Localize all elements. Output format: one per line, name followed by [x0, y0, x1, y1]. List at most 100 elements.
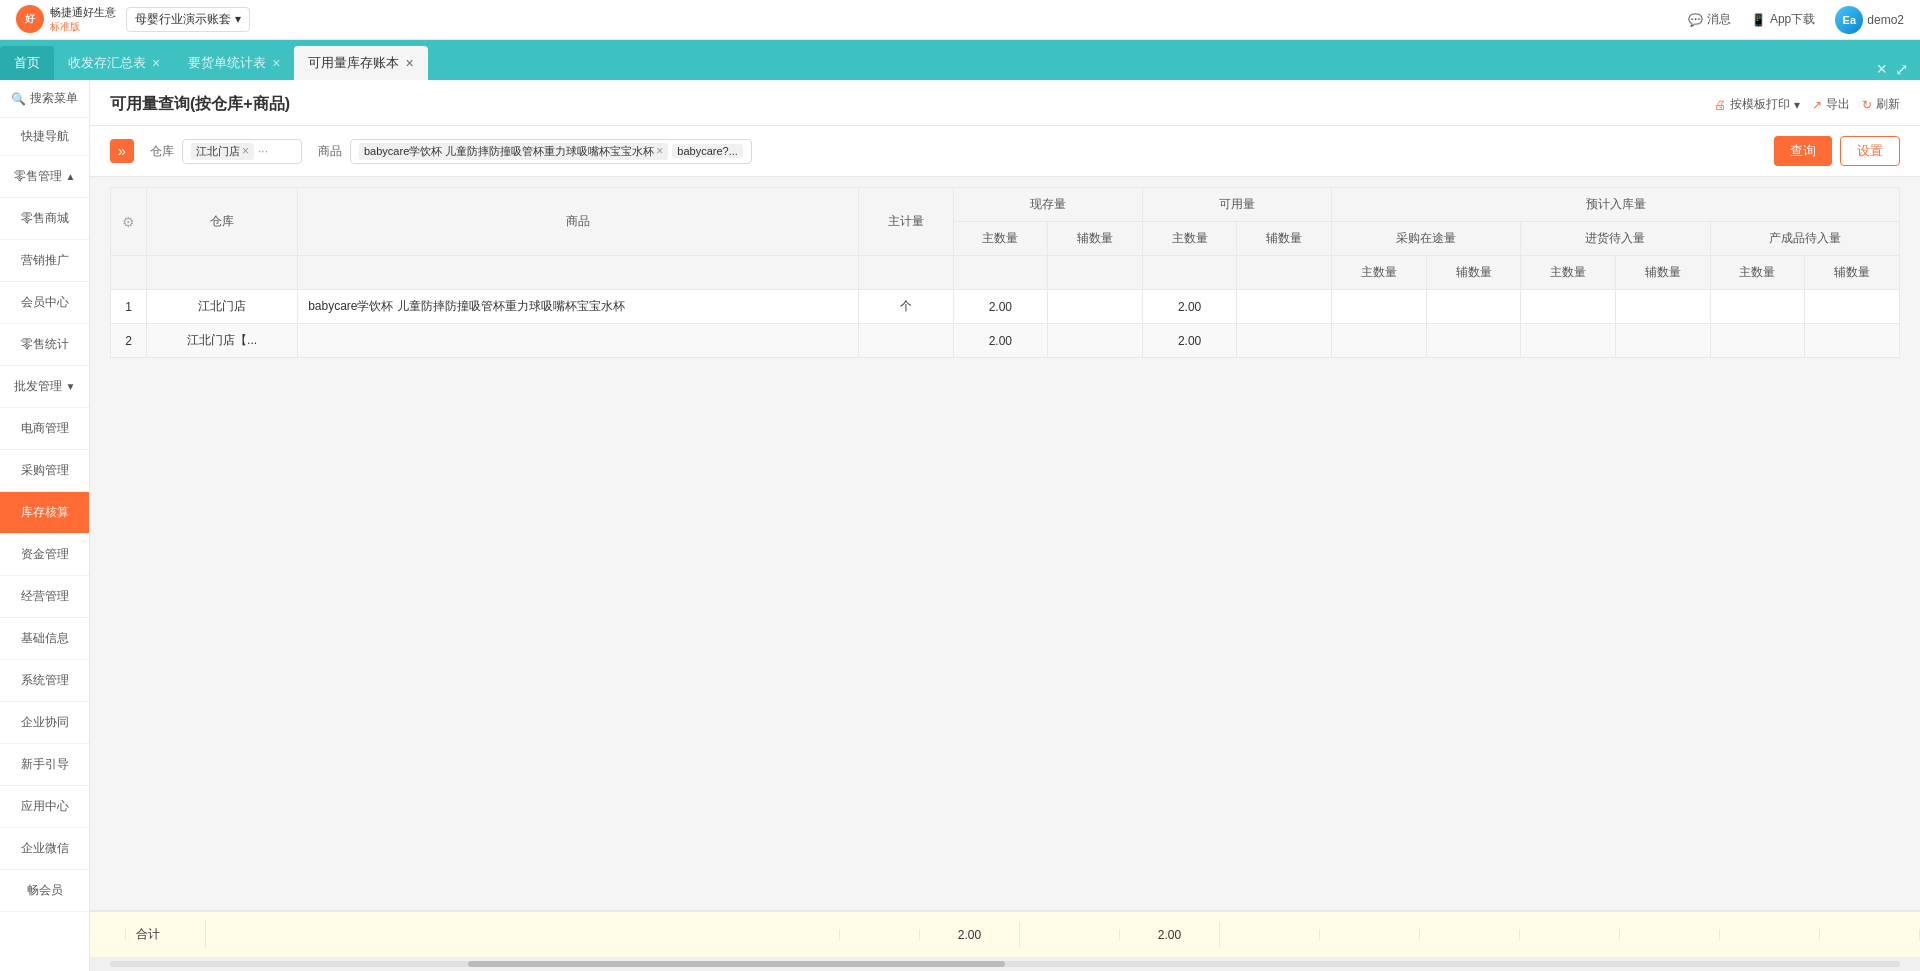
- sidebar-item-operations[interactable]: 经营管理: [0, 576, 89, 618]
- sidebar-quick-nav[interactable]: 快捷导航: [0, 118, 89, 156]
- footer-current-aux: [1020, 929, 1120, 941]
- export-btn[interactable]: ↗ 导出: [1812, 96, 1850, 113]
- th-empty-avail-main: [1142, 256, 1237, 290]
- th-empty-current-aux: [1048, 256, 1143, 290]
- product-filter: 商品 babycare学饮杯 儿童防摔防撞吸管杯重力球吸嘴杯宝宝水杯 × bab…: [318, 139, 752, 164]
- th-production-arrival-aux: 辅数量: [1805, 256, 1900, 290]
- row2-purchase-transit-aux: [1426, 324, 1521, 358]
- warehouse-tag-1[interactable]: 江北门店 ×: [191, 143, 254, 160]
- sidebar-item-retail-stat[interactable]: 零售统计: [0, 324, 89, 366]
- row1-purchase-transit-main: [1332, 290, 1427, 324]
- sidebar-item-retail-mgmt[interactable]: 零售管理 ▲: [0, 156, 89, 198]
- row1-production-arrival-aux: [1805, 290, 1900, 324]
- sidebar-item-member[interactable]: 会员中心: [0, 282, 89, 324]
- template-print-label: 按模板打印: [1730, 96, 1790, 113]
- sidebar-item-app-center[interactable]: 应用中心: [0, 786, 89, 828]
- settings-button[interactable]: 设置: [1840, 136, 1900, 166]
- table-container: ⚙ 仓库 商品 主计量 现存量 可用量 预计入库量 主数量 辅数量 主数量 辅数…: [90, 177, 1920, 910]
- tab-recv-send-close[interactable]: ×: [152, 56, 160, 70]
- chevron-down-icon: ▼: [66, 381, 76, 392]
- warehouse-tag-1-close[interactable]: ×: [242, 144, 249, 158]
- product-tag-2-label: babycare?...: [677, 145, 738, 157]
- sidebar-item-finance[interactable]: 资金管理: [0, 534, 89, 576]
- th-empty-current-main: [953, 256, 1048, 290]
- row2-current-aux: [1048, 324, 1143, 358]
- chevron-down-icon: ▾: [1794, 98, 1800, 112]
- page-header: 可用量查询(按仓库+商品) 🖨 按模板打印 ▾ ↗ 导出 ↻ 刷新: [90, 80, 1920, 126]
- tab-home[interactable]: 首页: [0, 46, 54, 80]
- app-download-action[interactable]: 📱 App下载: [1751, 11, 1815, 28]
- row2-production-arrival-aux: [1805, 324, 1900, 358]
- product-tag-1[interactable]: babycare学饮杯 儿童防摔防撞吸管杯重力球吸嘴杯宝宝水杯 ×: [359, 143, 668, 160]
- row2-available-aux: [1237, 324, 1332, 358]
- footer-transit-aux: [1420, 929, 1520, 941]
- top-bar-right: 💬 消息 📱 App下载 Ea demo2: [1688, 6, 1904, 34]
- tab-recv-send[interactable]: 收发存汇总表 ×: [54, 46, 174, 80]
- tab-order-stat-close[interactable]: ×: [272, 56, 280, 70]
- query-button[interactable]: 查询: [1774, 136, 1832, 166]
- sidebar-search[interactable]: 🔍 搜索菜单: [0, 80, 89, 118]
- gear-icon[interactable]: ⚙: [122, 214, 135, 230]
- tab-order-stat[interactable]: 要货单统计表 ×: [174, 46, 294, 80]
- sidebar-item-finance-label: 资金管理: [21, 547, 69, 561]
- message-action[interactable]: 💬 消息: [1688, 11, 1731, 28]
- product-tags-input[interactable]: babycare学饮杯 儿童防摔防撞吸管杯重力球吸嘴杯宝宝水杯 × babyca…: [350, 139, 752, 164]
- top-bar: 好 畅捷通好生意 标准版 母婴行业演示账套 ▾ 💬 消息 📱 App下载 Ea …: [0, 0, 1920, 40]
- sidebar-item-wholesale[interactable]: 批发管理 ▼: [0, 366, 89, 408]
- refresh-icon: ↻: [1862, 98, 1872, 112]
- table-row: 2 江北门店【... 2.00 2.00: [111, 324, 1900, 358]
- template-print-btn[interactable]: 🖨 按模板打印 ▾: [1714, 96, 1800, 113]
- product-tag-1-close[interactable]: ×: [656, 144, 663, 158]
- sidebar-item-member-label: 会员中心: [21, 295, 69, 309]
- sidebar-item-marketing[interactable]: 营销推广: [0, 240, 89, 282]
- row1-product: babycare学饮杯 儿童防摔防撞吸管杯重力球吸嘴杯宝宝水杯: [298, 290, 859, 324]
- tab-order-stat-label: 要货单统计表: [188, 54, 266, 72]
- footer-production-main: [1720, 929, 1820, 941]
- sidebar-item-retail-mgmt-label: 零售管理: [14, 168, 62, 185]
- sidebar-item-vip-member[interactable]: 畅会员: [0, 870, 89, 912]
- footer-available-main: 2.00: [1120, 922, 1220, 948]
- filter-more-dots[interactable]: ···: [258, 144, 268, 158]
- th-available-group: 可用量: [1142, 188, 1331, 222]
- account-selector[interactable]: 母婴行业演示账套 ▾: [126, 7, 250, 32]
- sidebar-quick-nav-label: 快捷导航: [21, 128, 69, 145]
- footer-empty-2: [206, 929, 840, 941]
- product-tag-2[interactable]: babycare?...: [672, 144, 743, 158]
- horizontal-scrollbar[interactable]: [110, 961, 1900, 967]
- sidebar-search-label: 搜索菜单: [30, 90, 78, 107]
- refresh-btn[interactable]: ↻ 刷新: [1862, 96, 1900, 113]
- tab-available-stock[interactable]: 可用量库存账本 ×: [294, 46, 427, 80]
- warehouse-tags-input[interactable]: 江北门店 × ···: [182, 139, 302, 164]
- sidebar-item-guide[interactable]: 新手引导: [0, 744, 89, 786]
- th-empty-warehouse: [147, 256, 298, 290]
- row1-available-main: 2.00: [1142, 290, 1237, 324]
- account-selector-label: 母婴行业演示账套: [135, 11, 231, 28]
- sidebar-item-enterprise-wechat[interactable]: 企业微信: [0, 828, 89, 870]
- row1-current-main: 2.00: [953, 290, 1048, 324]
- footer-label: 合计: [126, 920, 206, 949]
- nav-close-button[interactable]: ×: [1876, 59, 1887, 80]
- nav-expand-button[interactable]: ⤢: [1895, 60, 1908, 79]
- footer-empty-unit: [840, 929, 920, 941]
- sidebar-item-ecommerce[interactable]: 电商管理: [0, 408, 89, 450]
- th-purchase-transit-group: 采购在途量: [1332, 222, 1521, 256]
- message-label: 消息: [1707, 11, 1731, 28]
- sidebar-item-purchase[interactable]: 采购管理: [0, 450, 89, 492]
- sidebar-item-retail-mall[interactable]: 零售商城: [0, 198, 89, 240]
- product-filter-label: 商品: [318, 143, 342, 160]
- tab-available-stock-close[interactable]: ×: [405, 56, 413, 70]
- warehouse-tag-1-label: 江北门店: [196, 144, 240, 159]
- filter-toggle-button[interactable]: »: [110, 139, 134, 163]
- sidebar-item-enterprise-wechat-label: 企业微信: [21, 841, 69, 855]
- scrollbar-thumb[interactable]: [468, 961, 1005, 967]
- data-table: ⚙ 仓库 商品 主计量 现存量 可用量 预计入库量 主数量 辅数量 主数量 辅数…: [110, 187, 1900, 358]
- user-action[interactable]: Ea demo2: [1835, 6, 1904, 34]
- sidebar-item-enterprise[interactable]: 企业协同: [0, 702, 89, 744]
- row2-purchase-arrival-main: [1521, 324, 1616, 358]
- th-purchase-arrival-main: 主数量: [1521, 256, 1616, 290]
- sidebar-item-basic-info[interactable]: 基础信息: [0, 618, 89, 660]
- sidebar-item-system[interactable]: 系统管理: [0, 660, 89, 702]
- brand-text: 畅捷通好生意: [50, 5, 116, 19]
- row2-warehouse: 江北门店【...: [147, 324, 298, 358]
- sidebar-item-inventory[interactable]: 库存核算: [0, 492, 89, 534]
